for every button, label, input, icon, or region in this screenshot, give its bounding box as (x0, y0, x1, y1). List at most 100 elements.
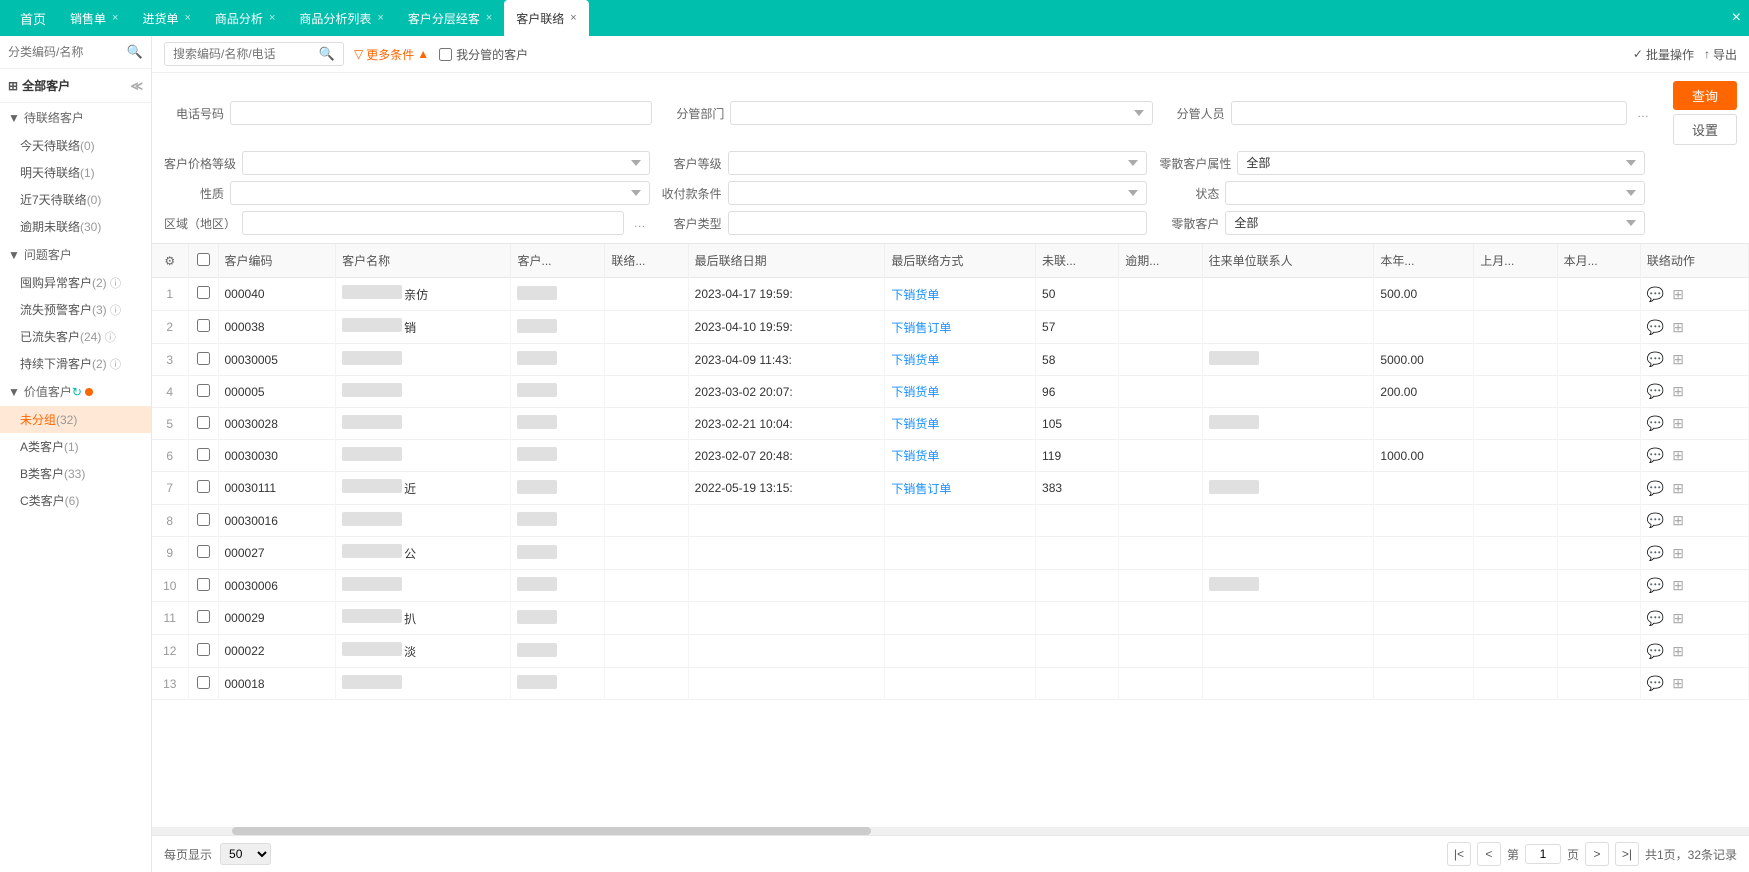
nav-tab-customer-layer[interactable]: 客户分层经客 × (396, 0, 504, 36)
nature-select[interactable] (230, 181, 650, 205)
message-icon[interactable]: 💬 (1647, 383, 1664, 400)
select-all-checkbox[interactable] (197, 253, 210, 266)
phone-input[interactable] (230, 101, 652, 125)
last-way-link[interactable]: 下销货单 (891, 288, 939, 302)
th-code[interactable]: 客户编码 (218, 244, 336, 278)
person-input[interactable] (1231, 101, 1627, 125)
row-checkbox[interactable] (197, 286, 210, 299)
row-checkbox[interactable] (197, 319, 210, 332)
last-page-btn[interactable]: >| (1615, 842, 1639, 866)
grid-action-icon[interactable]: ⊞ (1672, 675, 1684, 692)
sidebar-all-customers[interactable]: ⊞ 全部客户 ≪ (0, 69, 151, 103)
cust-level-select[interactable] (728, 151, 1148, 175)
grid-action-icon[interactable]: ⊞ (1672, 643, 1684, 660)
dept-select[interactable] (730, 101, 1152, 125)
sidebar-item-lost[interactable]: 已流失客户(24) ⓘ (0, 323, 151, 350)
th-contact[interactable]: 联络... (605, 244, 688, 278)
sidebar-section-value[interactable]: ▼ 价值客户 ↻ (0, 377, 151, 406)
filter-search-icon[interactable]: 🔍 (319, 46, 335, 62)
sidebar-item-tomorrow[interactable]: 明天待联络(1) (0, 159, 151, 186)
th-uncontact[interactable]: 未联... (1036, 244, 1119, 278)
nav-tab-analysis-list[interactable]: 商品分析列表 × (287, 0, 395, 36)
row-checkbox[interactable] (197, 352, 210, 365)
person-dots-icon[interactable]: … (1633, 106, 1653, 120)
payment-select[interactable] (728, 181, 1148, 205)
message-icon[interactable]: 💬 (1647, 643, 1664, 660)
row-checkbox[interactable] (197, 676, 210, 689)
th-overdue[interactable]: 逾期... (1119, 244, 1202, 278)
horizontal-scrollbar[interactable] (152, 827, 1749, 835)
sidebar-item-no-group[interactable]: 未分组(32) (0, 406, 151, 433)
sidebar-item-warning[interactable]: 流失预警客户(3) ⓘ (0, 296, 151, 323)
sidebar-section-problem[interactable]: ▼ 问题客户 (0, 240, 151, 269)
first-page-btn[interactable]: |< (1447, 842, 1471, 866)
refresh-icon[interactable]: ↻ (72, 385, 82, 399)
grid-action-icon[interactable]: ⊞ (1672, 351, 1684, 368)
nav-tab-purchase[interactable]: 进货单 × (130, 0, 202, 36)
grid-action-icon[interactable]: ⊞ (1672, 480, 1684, 497)
message-icon[interactable]: 💬 (1647, 675, 1664, 692)
message-icon[interactable]: 💬 (1647, 545, 1664, 562)
th-last-way[interactable]: 最后联络方式 (885, 244, 1036, 278)
page-number-input[interactable] (1525, 844, 1561, 864)
last-way-link[interactable]: 下销货单 (891, 449, 939, 463)
nav-home[interactable]: 首页 (8, 9, 58, 28)
price-level-select[interactable] (242, 151, 650, 175)
last-way-link[interactable]: 下销货单 (891, 385, 939, 399)
last-way-link[interactable]: 下销货单 (891, 353, 939, 367)
sidebar-section-pending[interactable]: ▼ 待联络客户 (0, 103, 151, 132)
close-sales-tab-icon[interactable]: × (112, 12, 118, 24)
search-input[interactable] (173, 47, 319, 61)
last-way-link[interactable]: 下销售订单 (891, 482, 951, 496)
grid-action-icon[interactable]: ⊞ (1672, 286, 1684, 303)
grid-action-icon[interactable]: ⊞ (1672, 512, 1684, 529)
last-way-link[interactable]: 下销货单 (891, 417, 939, 431)
nav-tab-analysis[interactable]: 商品分析 × (203, 0, 287, 36)
sidebar-search-icon[interactable]: 🔍 (127, 44, 143, 60)
region-input[interactable] (242, 211, 624, 235)
query-button[interactable]: 查询 (1673, 81, 1737, 110)
grid-action-icon[interactable]: ⊞ (1672, 447, 1684, 464)
grid-action-icon[interactable]: ⊞ (1672, 415, 1684, 432)
grid-action-icon[interactable]: ⊞ (1672, 610, 1684, 627)
grid-action-icon[interactable]: ⊞ (1672, 383, 1684, 400)
row-checkbox[interactable] (197, 448, 210, 461)
sidebar-item-class-b[interactable]: B类客户(33) (0, 460, 151, 487)
th-name[interactable]: 客户名称 (336, 244, 511, 278)
close-customer-contact-tab-icon[interactable]: × (570, 12, 576, 24)
th-last-month[interactable]: 上月... (1474, 244, 1557, 278)
prev-page-btn[interactable]: < (1477, 842, 1501, 866)
row-checkbox[interactable] (197, 480, 210, 493)
next-page-btn[interactable]: > (1585, 842, 1609, 866)
sidebar-item-7days[interactable]: 近7天待联络(0) (0, 186, 151, 213)
sidebar-item-overdue[interactable]: 逾期未联络(30) (0, 213, 151, 240)
sidebar-item-today[interactable]: 今天待联络(0) (0, 132, 151, 159)
message-icon[interactable]: 💬 (1647, 512, 1664, 529)
region-dots-icon[interactable]: … (630, 216, 650, 230)
row-checkbox[interactable] (197, 545, 210, 558)
my-customers-checkbox[interactable] (439, 48, 452, 61)
row-checkbox[interactable] (197, 416, 210, 429)
th-cust-type[interactable]: 客户... (511, 244, 605, 278)
close-all-icon[interactable]: × (1732, 9, 1741, 27)
sidebar-search-input[interactable] (8, 45, 123, 59)
grid-action-icon[interactable]: ⊞ (1672, 319, 1684, 336)
message-icon[interactable]: 💬 (1647, 319, 1664, 336)
cust-type-input[interactable] (728, 211, 1148, 235)
sidebar-item-declining[interactable]: 持续下滑客户(2) ⓘ (0, 350, 151, 377)
message-icon[interactable]: 💬 (1647, 286, 1664, 303)
collapse-sidebar-icon[interactable]: ≪ (130, 79, 143, 93)
th-this-month[interactable]: 本月... (1557, 244, 1640, 278)
nav-tab-customer-contact[interactable]: 客户联络 × (504, 0, 588, 36)
scatter-cust-select[interactable]: 全部 (1225, 211, 1645, 235)
row-checkbox[interactable] (197, 578, 210, 591)
batch-ops-btn[interactable]: ✓ 批量操作 (1633, 46, 1694, 63)
reset-button[interactable]: 设置 (1673, 114, 1737, 145)
last-way-link[interactable]: 下销售订单 (891, 321, 951, 335)
row-checkbox[interactable] (197, 384, 210, 397)
export-btn[interactable]: ↑ 导出 (1704, 46, 1737, 63)
close-customer-layer-tab-icon[interactable]: × (486, 12, 492, 24)
th-last-date[interactable]: 最后联络日期 (688, 244, 885, 278)
page-size-select[interactable]: 50 20 100 (220, 843, 271, 865)
scrollbar-thumb[interactable] (232, 827, 871, 835)
